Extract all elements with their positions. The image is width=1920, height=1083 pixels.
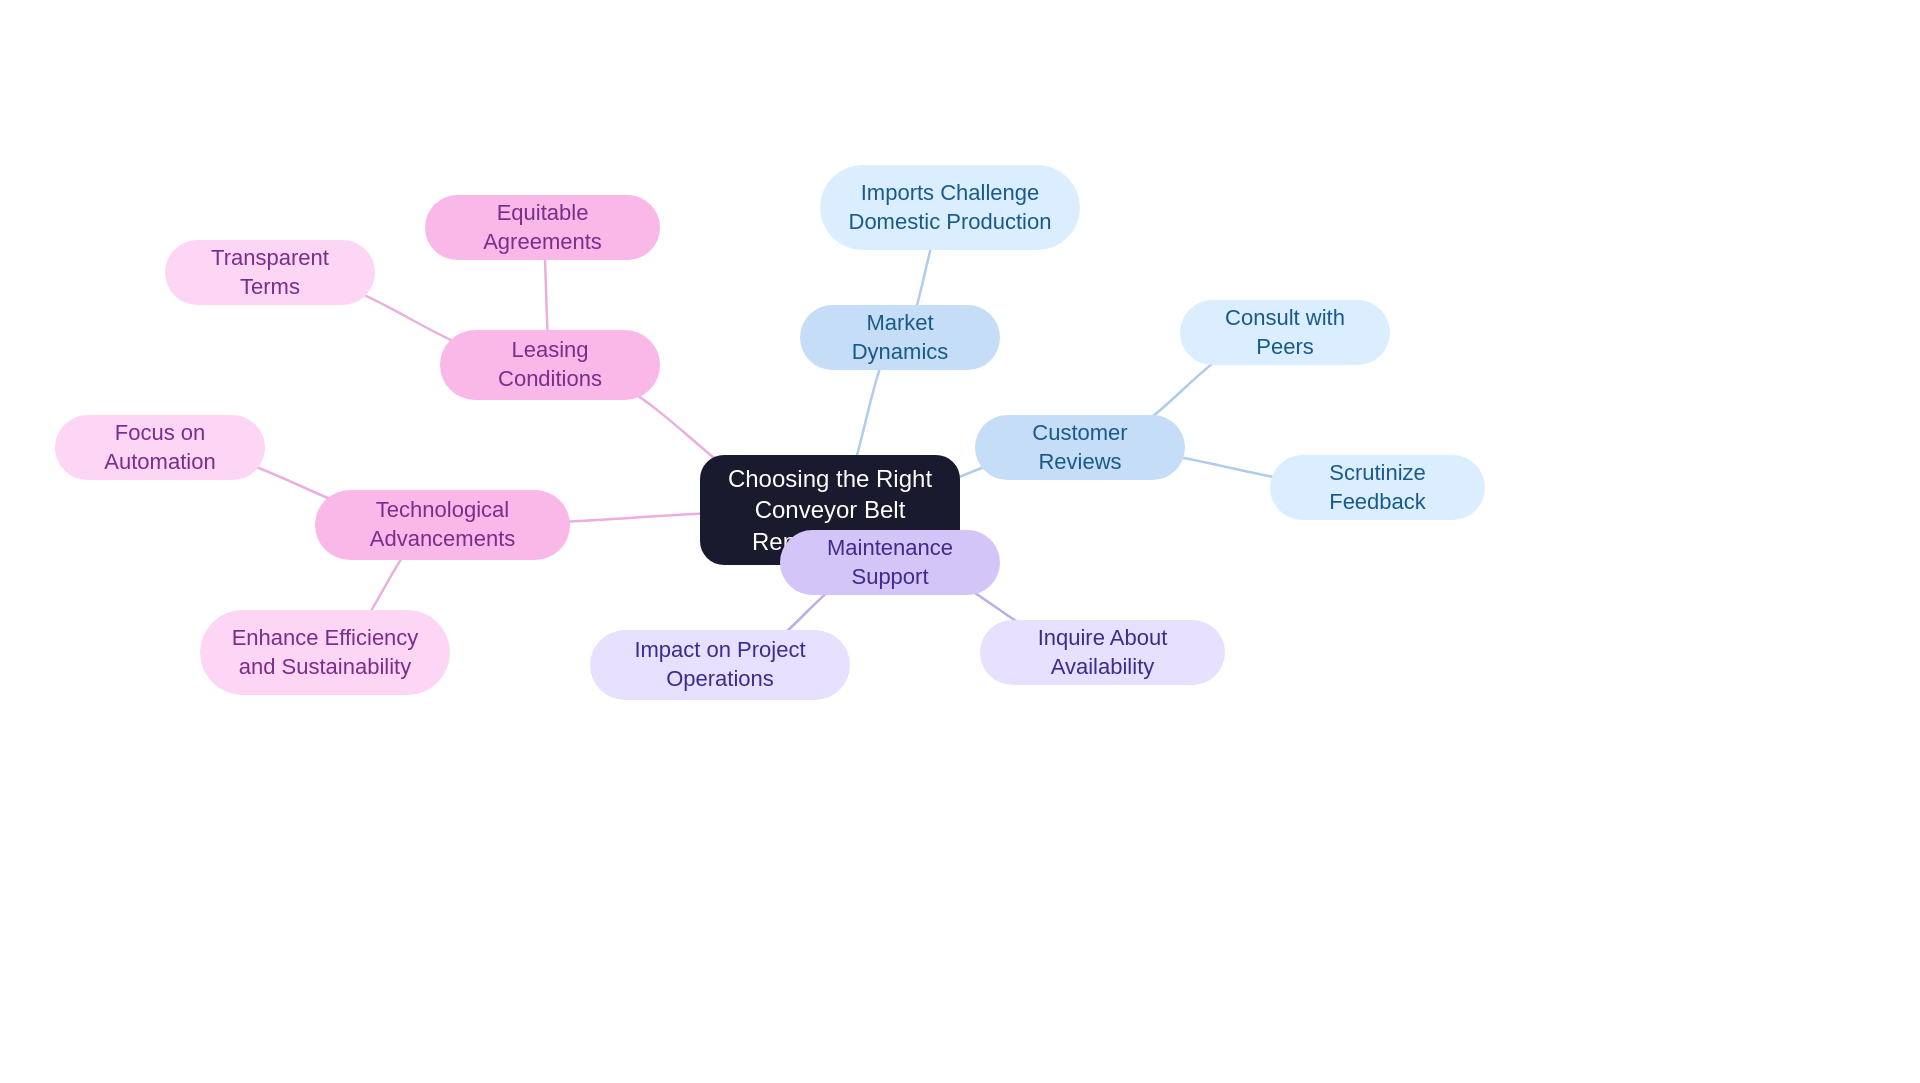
impact-operations-node[interactable]: Impact on Project Operations <box>590 630 850 700</box>
maintenance-support-node[interactable]: Maintenance Support <box>780 530 1000 595</box>
imports-challenge-node[interactable]: Imports Challenge Domestic Production <box>820 165 1080 250</box>
market-dynamics-node[interactable]: Market Dynamics <box>800 305 1000 370</box>
transparent-terms-node[interactable]: Transparent Terms <box>165 240 375 305</box>
leasing-conditions-node[interactable]: Leasing Conditions <box>440 330 660 400</box>
scrutinize-feedback-node[interactable]: Scrutinize Feedback <box>1270 455 1485 520</box>
inquire-availability-node[interactable]: Inquire About Availability <box>980 620 1225 685</box>
tech-advancements-node[interactable]: Technological Advancements <box>315 490 570 560</box>
enhance-efficiency-node[interactable]: Enhance Efficiency and Sustainability <box>200 610 450 695</box>
consult-peers-node[interactable]: Consult with Peers <box>1180 300 1390 365</box>
equitable-agreements-node[interactable]: Equitable Agreements <box>425 195 660 260</box>
focus-automation-node[interactable]: Focus on Automation <box>55 415 265 480</box>
customer-reviews-node[interactable]: Customer Reviews <box>975 415 1185 480</box>
